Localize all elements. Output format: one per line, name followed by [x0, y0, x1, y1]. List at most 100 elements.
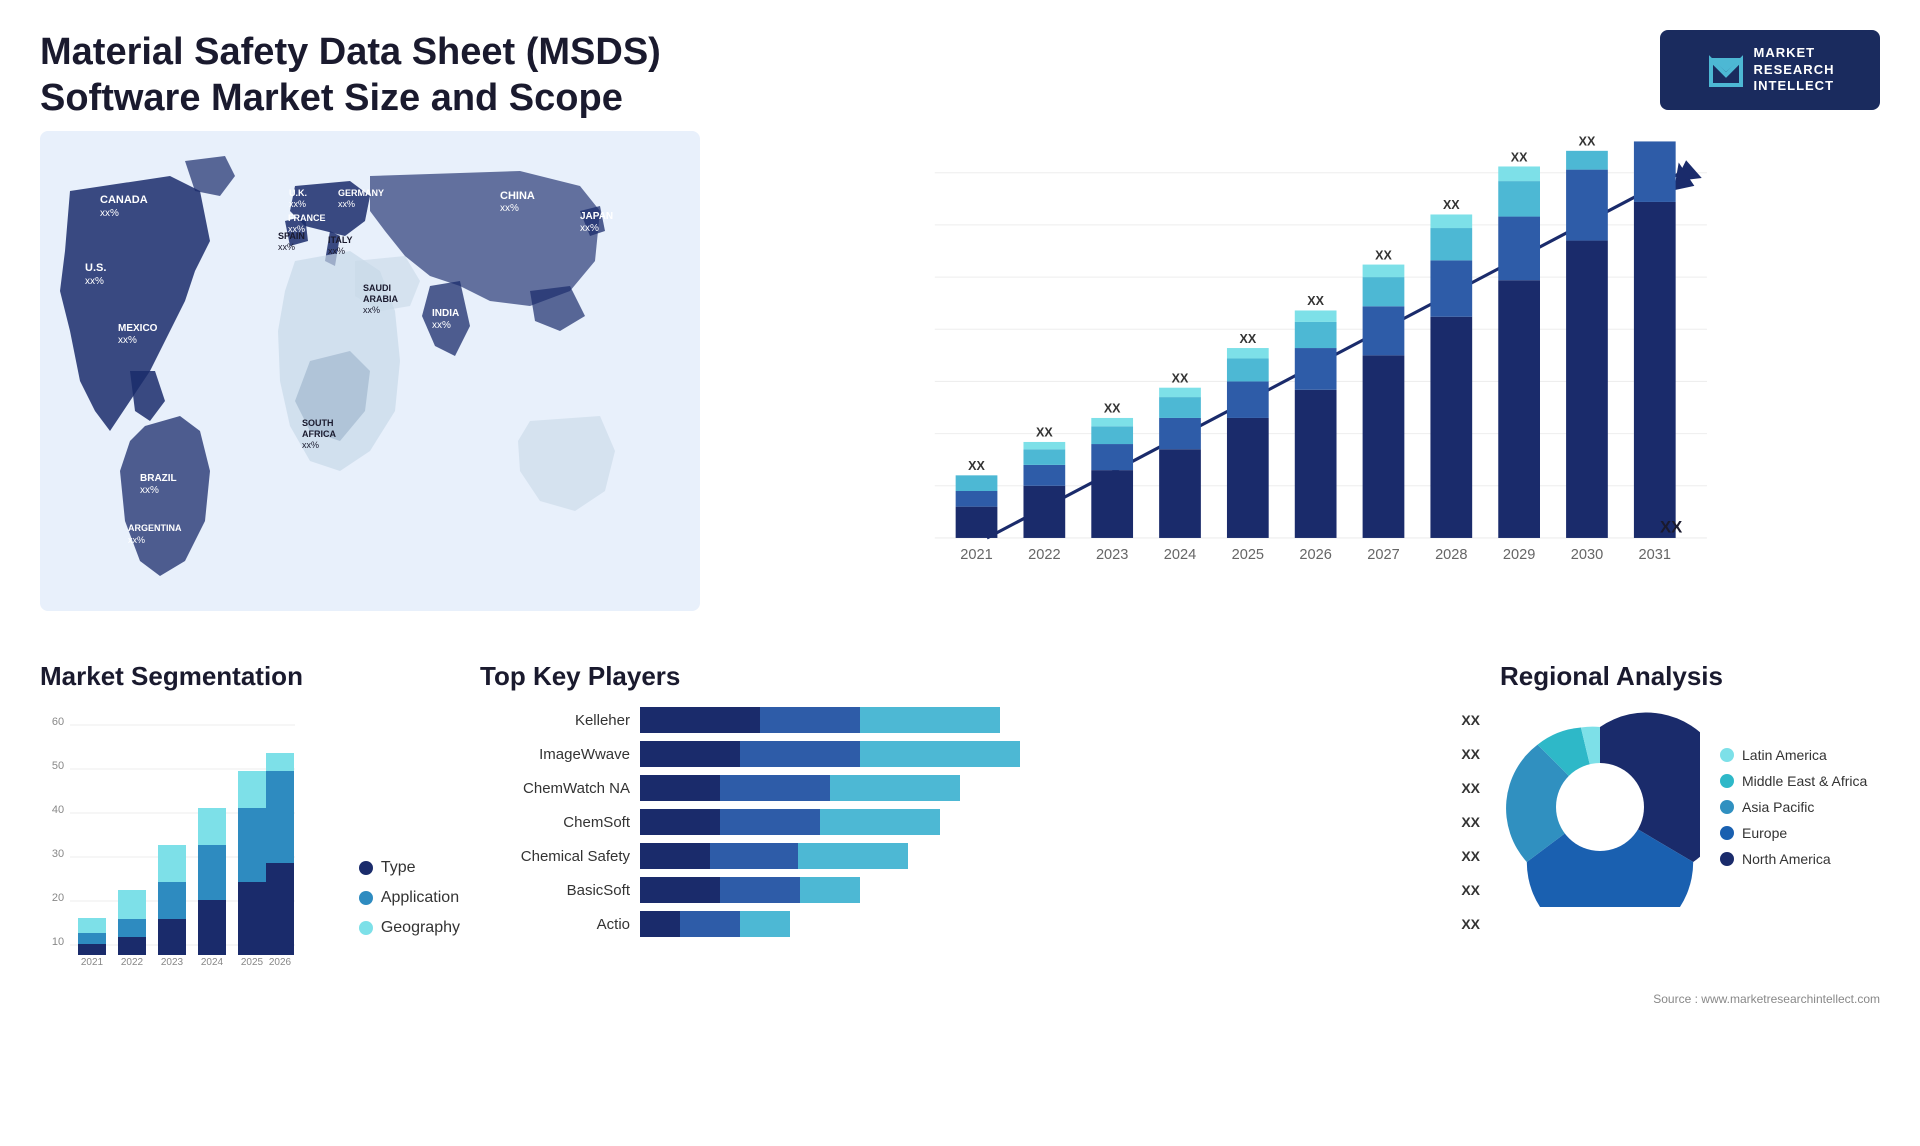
svg-text:xx%: xx%	[289, 199, 306, 209]
svg-text:GERMANY: GERMANY	[338, 188, 384, 198]
bottom-section: Market Segmentation 60 50 40 30 20 10	[0, 641, 1920, 987]
regional-title: Regional Analysis	[1500, 661, 1880, 692]
svg-text:2027: 2027	[1367, 547, 1399, 563]
svg-text:INDIA: INDIA	[432, 308, 459, 319]
logo-area: MARKET RESEARCH INTELLECT	[1660, 30, 1880, 110]
svg-text:XX: XX	[1443, 198, 1460, 212]
svg-text:XX: XX	[1036, 426, 1053, 440]
bar-seg3	[800, 877, 860, 903]
segmentation-section: Market Segmentation 60 50 40 30 20 10	[40, 661, 460, 967]
player-xx: XX	[1461, 848, 1480, 864]
segmentation-title: Market Segmentation	[40, 661, 460, 692]
svg-text:XX: XX	[1660, 518, 1682, 537]
bar-seg3	[798, 843, 908, 869]
svg-text:xx%: xx%	[302, 440, 319, 450]
svg-text:30: 30	[52, 848, 64, 860]
players-title: Top Key Players	[480, 661, 1480, 692]
svg-text:XX: XX	[1172, 372, 1189, 386]
player-bar-container	[640, 775, 1443, 801]
svg-text:xx%: xx%	[500, 203, 519, 214]
player-bar-container	[640, 809, 1443, 835]
regional-section: Regional Analysis	[1500, 661, 1880, 967]
bar-seg2	[740, 741, 860, 767]
bar-seg2	[720, 809, 820, 835]
asia-pacific-dot	[1720, 800, 1734, 814]
latin-america-dot	[1720, 748, 1734, 762]
bar-seg2	[720, 775, 830, 801]
svg-text:SAUDI: SAUDI	[363, 283, 391, 293]
player-xx: XX	[1461, 882, 1480, 898]
svg-text:2029: 2029	[1503, 547, 1535, 563]
region-asia-pacific: Asia Pacific	[1720, 799, 1867, 815]
player-bar	[640, 775, 1443, 801]
svg-text:CANADA: CANADA	[100, 194, 148, 206]
player-bar-container	[640, 911, 1443, 937]
player-bar-container	[640, 877, 1443, 903]
chart-section: 2021 XX 2022 XX 2023 XX 2024 XX	[720, 131, 1880, 611]
bar-seg3	[860, 741, 1020, 767]
players-list: Kelleher XX ImageWwave	[480, 707, 1480, 937]
player-name: ChemSoft	[480, 814, 630, 831]
page-title: Material Safety Data Sheet (MSDS) Softwa…	[40, 30, 740, 121]
player-xx: XX	[1461, 780, 1480, 796]
middle-east-label: Middle East & Africa	[1742, 773, 1867, 789]
player-row: Actio XX	[480, 911, 1480, 937]
svg-text:20: 20	[52, 892, 64, 904]
bar-seg3	[740, 911, 790, 937]
player-row: ChemWatch NA XX	[480, 775, 1480, 801]
svg-text:2025: 2025	[241, 957, 264, 967]
legend-application: Application	[359, 889, 460, 907]
svg-text:10: 10	[52, 936, 64, 948]
svg-text:2026: 2026	[269, 957, 292, 967]
svg-text:BRAZIL: BRAZIL	[140, 473, 177, 484]
svg-text:XX: XX	[1375, 249, 1392, 263]
region-latin-america: Latin America	[1720, 747, 1867, 763]
player-bar	[640, 809, 1443, 835]
svg-text:2024: 2024	[1164, 547, 1196, 563]
svg-text:50: 50	[52, 760, 64, 772]
bar-seg2	[680, 911, 740, 937]
player-name: BasicSoft	[480, 882, 630, 899]
svg-text:2021: 2021	[960, 547, 992, 563]
geography-dot	[359, 921, 373, 935]
world-map-svg: CANADA xx% U.S. xx% MEXICO xx% BRAZIL xx…	[40, 131, 700, 611]
bar-seg1	[640, 707, 760, 733]
svg-text:ARABIA: ARABIA	[363, 294, 398, 304]
bar-seg2	[710, 843, 798, 869]
bar-chart-svg: 2021 XX 2022 XX 2023 XX 2024 XX	[720, 131, 1880, 611]
player-row: Kelleher XX	[480, 707, 1480, 733]
seg-chart: 60 50 40 30 20 10	[40, 707, 339, 967]
bar-seg2	[720, 877, 800, 903]
svg-text:2025: 2025	[1232, 547, 1264, 563]
europe-label: Europe	[1742, 825, 1787, 841]
logo-text: MARKET RESEARCH INTELLECT	[1754, 45, 1835, 96]
svg-text:ITALY: ITALY	[328, 235, 353, 245]
region-north-america: North America	[1720, 851, 1867, 867]
logo-box: MARKET RESEARCH INTELLECT	[1660, 30, 1880, 110]
bar-seg1	[640, 741, 740, 767]
north-america-label: North America	[1742, 851, 1831, 867]
svg-text:xx%: xx%	[140, 485, 159, 496]
type-label: Type	[381, 859, 416, 877]
legend-geography: Geography	[359, 919, 460, 937]
svg-text:xx%: xx%	[118, 335, 137, 346]
asia-pacific-label: Asia Pacific	[1742, 799, 1814, 815]
svg-text:FRANCE: FRANCE	[288, 213, 326, 223]
donut-container: Latin America Middle East & Africa Asia …	[1500, 707, 1880, 907]
player-name: Kelleher	[480, 712, 630, 729]
seg-chart-svg: 60 50 40 30 20 10	[40, 707, 300, 967]
svg-text:xx%: xx%	[328, 246, 345, 256]
svg-text:2026: 2026	[1299, 547, 1331, 563]
svg-text:xx%: xx%	[85, 276, 104, 287]
player-name: Actio	[480, 916, 630, 933]
svg-text:U.K.: U.K.	[289, 188, 307, 198]
svg-text:2030: 2030	[1571, 547, 1603, 563]
svg-text:XX: XX	[968, 459, 985, 473]
svg-text:XX: XX	[1104, 402, 1121, 416]
player-xx: XX	[1461, 712, 1480, 728]
svg-text:xx%: xx%	[338, 199, 355, 209]
player-name: ChemWatch NA	[480, 780, 630, 797]
svg-text:XX: XX	[1579, 135, 1596, 149]
svg-text:xx%: xx%	[278, 242, 295, 252]
player-bar-container	[640, 843, 1443, 869]
